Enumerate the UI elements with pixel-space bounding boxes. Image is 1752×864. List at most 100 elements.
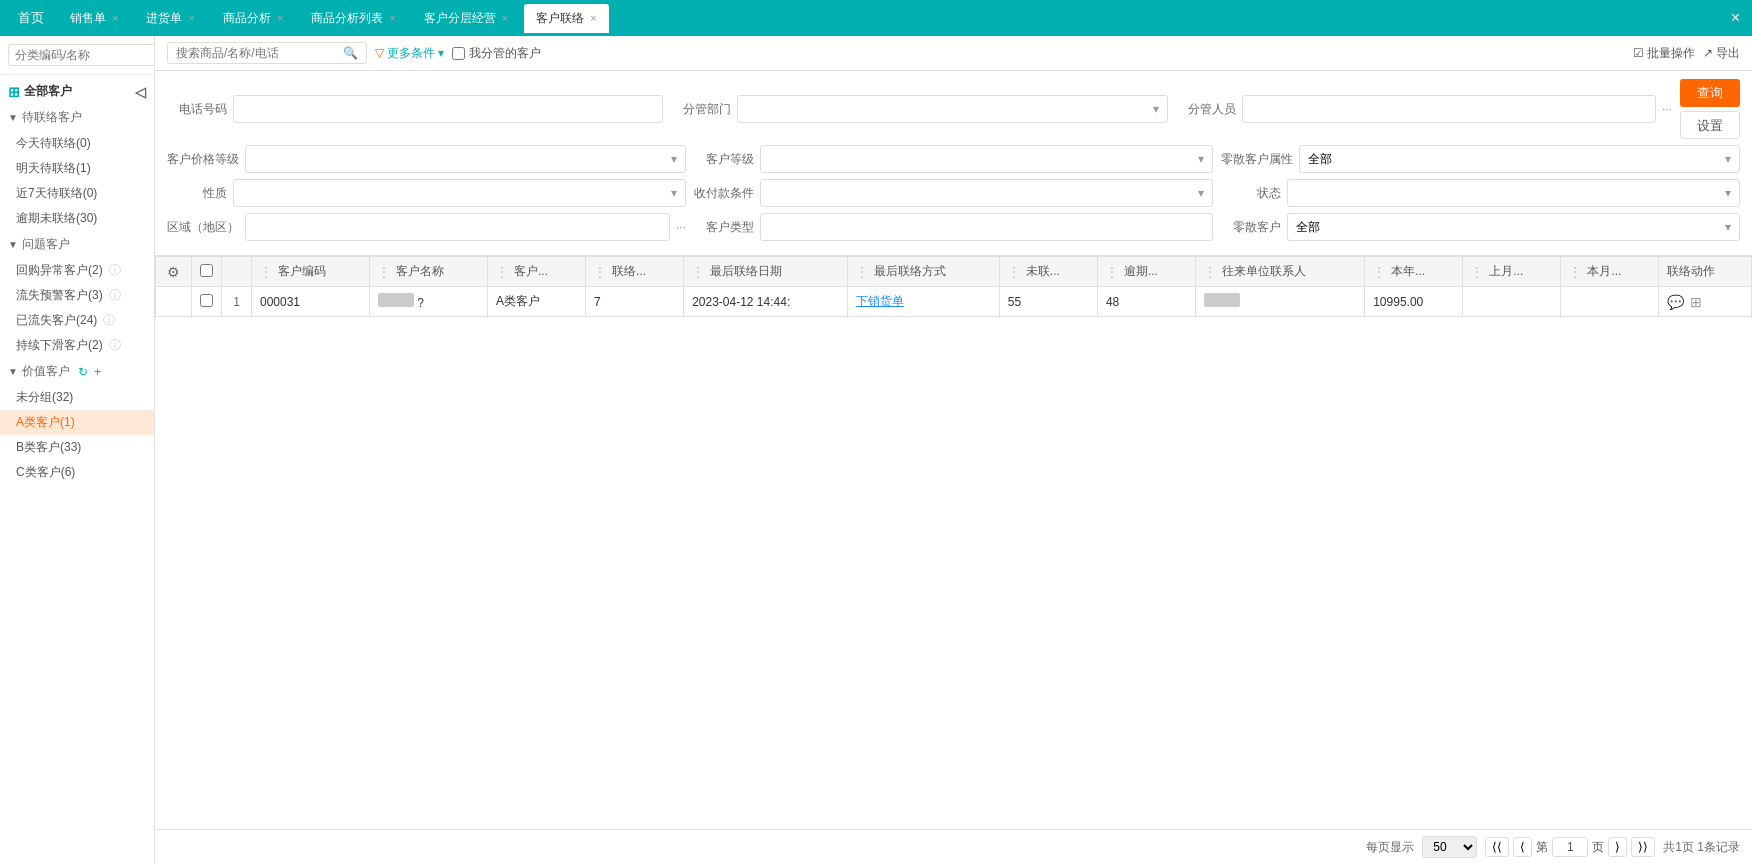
tab-sales[interactable]: 销售单 × xyxy=(58,4,130,33)
sidebar-item-tomorrow[interactable]: 明天待联络(1) xyxy=(0,156,154,181)
sidebar-item-ungrouped[interactable]: 未分组(32) xyxy=(0,385,154,410)
close-customer-segment-tab[interactable]: × xyxy=(502,12,508,24)
sidebar-item-class-a[interactable]: A类客户(1) xyxy=(0,410,154,435)
sort-handle-name[interactable]: ⋮ xyxy=(378,265,390,279)
scatter-arrow-icon: ▾ xyxy=(1725,220,1731,234)
message-icon[interactable]: 💬 xyxy=(1667,294,1684,310)
per-page-select[interactable]: 50 100 200 xyxy=(1422,836,1477,858)
section-arrow-3[interactable]: ▼ xyxy=(8,366,18,377)
filter-search-icon[interactable]: 🔍 xyxy=(343,46,358,60)
my-customers-checkbox[interactable] xyxy=(452,47,465,60)
sort-handle-no-contact[interactable]: ⋮ xyxy=(1008,265,1020,279)
first-page-btn[interactable]: ⟨⟨ xyxy=(1485,837,1509,857)
filter-search-box: 🔍 xyxy=(167,42,367,64)
my-customers-checkbox-label[interactable]: 我分管的客户 xyxy=(452,45,541,62)
home-tab[interactable]: 首页 xyxy=(8,3,54,33)
last-page-btn[interactable]: ⟩⟩ xyxy=(1631,837,1655,857)
nature-select[interactable]: ▾ xyxy=(233,179,686,207)
sidebar-search-input[interactable] xyxy=(8,44,155,66)
prev-page-btn[interactable]: ⟨ xyxy=(1513,837,1532,857)
section-arrow-2[interactable]: ▼ xyxy=(8,239,18,250)
sidebar-search-area: 🔍 xyxy=(0,36,154,75)
more-conditions-btn[interactable]: ▽ 更多条件 ▾ xyxy=(375,45,444,62)
sort-handle-overdue[interactable]: ⋮ xyxy=(1106,265,1118,279)
sidebar-item-churn-warning[interactable]: 流失预警客户(3) ⓘ xyxy=(0,283,154,308)
export-btn[interactable]: ↗ 导出 xyxy=(1703,45,1740,62)
customer-type-input[interactable] xyxy=(760,213,1213,241)
sidebar-collapse-icon[interactable]: ◁ xyxy=(135,84,146,100)
sort-handle-related[interactable]: ⋮ xyxy=(1204,265,1216,279)
filter-manager: 分管人员 ··· xyxy=(1176,95,1672,123)
funnel-icon: ▽ xyxy=(375,46,384,60)
scatter-select[interactable]: 全部 ▾ xyxy=(1287,213,1740,241)
tab-customer-segment[interactable]: 客户分层经营 × xyxy=(412,4,520,33)
status-select[interactable]: ▾ xyxy=(1287,179,1740,207)
batch-op-btn[interactable]: ☑ 批量操作 xyxy=(1633,45,1695,62)
close-product-analysis-list-tab[interactable]: × xyxy=(389,12,395,24)
sidebar-item-overdue[interactable]: 逾期未联络(30) xyxy=(0,206,154,231)
qr-icon[interactable]: ⊞ xyxy=(1690,294,1702,310)
phone-input[interactable] xyxy=(233,95,663,123)
query-button[interactable]: 查询 xyxy=(1680,79,1740,107)
region-label: 区域（地区） xyxy=(167,219,239,236)
page-input[interactable] xyxy=(1552,837,1588,857)
price-level-label: 客户价格等级 xyxy=(167,151,239,168)
sidebar-item-repurchase-abnormal[interactable]: 回购异常客户(2) ⓘ xyxy=(0,258,154,283)
th-last-contact-date: ⋮最后联络日期 xyxy=(684,257,848,287)
close-sales-tab[interactable]: × xyxy=(112,12,118,24)
th-contact-count: ⋮联络... xyxy=(586,257,684,287)
column-settings-icon[interactable]: ⚙ xyxy=(167,264,180,280)
th-this-year: ⋮本年... xyxy=(1365,257,1463,287)
scatter-attr-select[interactable]: 全部 ▾ xyxy=(1299,145,1740,173)
tab-product-analysis-list[interactable]: 商品分析列表 × xyxy=(299,4,407,33)
close-purchase-tab[interactable]: × xyxy=(188,12,194,24)
region-dots-icon[interactable]: ··· xyxy=(676,220,686,234)
sidebar-item-churned[interactable]: 已流失客户(24) ⓘ xyxy=(0,308,154,333)
total-label: 共1页 1条记录 xyxy=(1663,839,1740,856)
region-input[interactable] xyxy=(245,213,670,241)
sort-handle-method[interactable]: ⋮ xyxy=(856,265,868,279)
sort-handle-year[interactable]: ⋮ xyxy=(1373,265,1385,279)
section-arrow-1[interactable]: ▼ xyxy=(8,112,18,123)
sort-handle-code[interactable]: ⋮ xyxy=(260,265,272,279)
filter-search-input[interactable] xyxy=(176,46,339,60)
tab-product-analysis[interactable]: 商品分析 × xyxy=(211,4,295,33)
payment-select[interactable]: ▾ xyxy=(760,179,1213,207)
tab-customer-contact[interactable]: 客户联络 × xyxy=(524,4,608,33)
customer-level-select[interactable]: ▾ xyxy=(760,145,1213,173)
close-product-analysis-tab[interactable]: × xyxy=(277,12,283,24)
dept-select[interactable]: ▾ xyxy=(737,95,1167,123)
sort-handle-last-month[interactable]: ⋮ xyxy=(1471,265,1483,279)
customer-level-label: 客户等级 xyxy=(694,151,754,168)
select-all-checkbox[interactable] xyxy=(200,264,213,277)
close-all-tabs[interactable]: × xyxy=(1727,5,1744,31)
sidebar-item-class-c[interactable]: C类客户(6) xyxy=(0,460,154,485)
sort-handle-this-month[interactable]: ⋮ xyxy=(1569,265,1581,279)
row-checkbox[interactable] xyxy=(200,294,213,307)
sidebar-item-today[interactable]: 今天待联络(0) xyxy=(0,131,154,156)
sidebar-item-7days[interactable]: 近7天待联络(0) xyxy=(0,181,154,206)
td-last-date: 2023-04-12 14:44: xyxy=(684,287,848,317)
refresh-icon[interactable]: ↻ xyxy=(78,365,88,379)
sidebar-all-customers[interactable]: ⊞ 全部客户 ◁ xyxy=(0,75,154,104)
add-group-icon[interactable]: + xyxy=(94,365,101,379)
page-unit-label: 页 xyxy=(1592,839,1604,856)
td-overdue: 48 xyxy=(1097,287,1195,317)
sidebar-item-class-b[interactable]: B类客户(33) xyxy=(0,435,154,460)
settings-button[interactable]: 设置 xyxy=(1680,111,1740,139)
manager-input[interactable] xyxy=(1242,95,1656,123)
sort-handle-contact[interactable]: ⋮ xyxy=(594,265,606,279)
th-num xyxy=(222,257,252,287)
manager-dots-icon[interactable]: ··· xyxy=(1662,102,1672,116)
filter-status: 状态 ▾ xyxy=(1221,179,1740,207)
tab-purchase[interactable]: 进货单 × xyxy=(134,4,206,33)
price-level-select[interactable]: ▾ xyxy=(245,145,686,173)
sidebar-item-declining[interactable]: 持续下滑客户(2) ⓘ xyxy=(0,333,154,358)
last-method-link[interactable]: 下销货单 xyxy=(856,294,904,308)
sort-handle-date[interactable]: ⋮ xyxy=(692,265,704,279)
next-page-btn[interactable]: ⟩ xyxy=(1608,837,1627,857)
td-contact-count: 7 xyxy=(586,287,684,317)
close-customer-contact-tab[interactable]: × xyxy=(590,12,596,24)
sort-handle-type[interactable]: ⋮ xyxy=(496,265,508,279)
dept-label: 分管部门 xyxy=(671,101,731,118)
